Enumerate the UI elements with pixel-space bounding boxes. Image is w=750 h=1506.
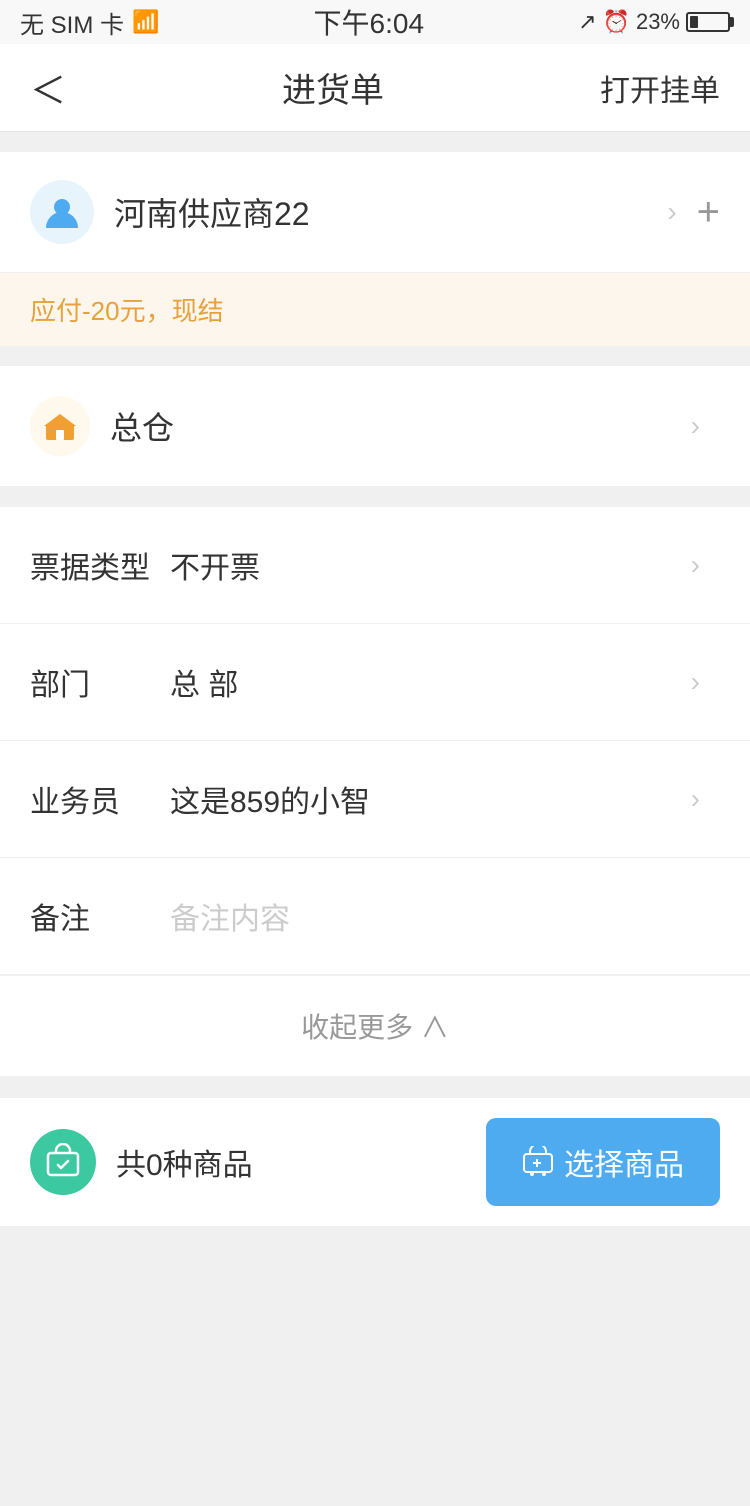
product-icon-wrap [30, 1129, 96, 1195]
form-section: 票据类型 不开票 › 部门 总 部 › 业务员 这是859的小智 › 备注 备注… [0, 507, 750, 1076]
back-button[interactable]: ＜ [30, 62, 66, 114]
battery-text: 23% [636, 9, 680, 35]
wifi-icon: 📶 [132, 9, 159, 35]
salesman-row[interactable]: 业务员 这是859的小智 › [0, 741, 750, 858]
department-chevron-icon: › [691, 666, 700, 698]
warehouse-icon-wrap [30, 396, 90, 456]
status-carrier: 无 SIM 卡 📶 [20, 5, 159, 40]
section-gap-4 [0, 1076, 750, 1096]
supplier-section: 河南供应商22 › + 应付-20元，现结 [0, 152, 750, 346]
salesman-label: 业务员 [30, 777, 170, 821]
invoice-type-chevron-icon: › [691, 549, 700, 581]
remark-input[interactable]: 备注内容 [170, 894, 720, 938]
warehouse-chevron-icon: › [691, 410, 700, 442]
add-supplier-button[interactable]: + [697, 190, 720, 235]
carrier-text: 无 SIM 卡 [20, 5, 124, 40]
supplier-avatar [30, 180, 94, 244]
section-gap-1 [0, 132, 750, 152]
section-gap-3 [0, 487, 750, 507]
warehouse-row[interactable]: 总仓 › [0, 366, 750, 487]
salesman-chevron-icon: › [691, 783, 700, 815]
invoice-type-label: 票据类型 [30, 543, 170, 587]
warning-banner: 应付-20元，现结 [0, 273, 750, 346]
person-icon [44, 194, 80, 230]
supplier-row[interactable]: 河南供应商22 › + [0, 152, 750, 273]
department-row[interactable]: 部门 总 部 › [0, 624, 750, 741]
collapse-row[interactable]: 收起更多 ∧ [0, 975, 750, 1076]
department-label: 部门 [30, 660, 170, 704]
remark-label: 备注 [30, 894, 170, 938]
alarm-icon: ⏰ [603, 9, 630, 35]
remark-row[interactable]: 备注 备注内容 [0, 858, 750, 975]
product-count: 共0种商品 [116, 1140, 466, 1184]
invoice-type-row[interactable]: 票据类型 不开票 › [0, 507, 750, 624]
open-pending-button[interactable]: 打开挂单 [600, 66, 720, 110]
nav-bar: ＜ 进货单 打开挂单 [0, 44, 750, 132]
department-value: 总 部 [170, 660, 691, 704]
supplier-chevron-icon: › [667, 196, 676, 228]
page-background [0, 1226, 750, 1506]
cart-icon [522, 1146, 554, 1178]
supplier-name: 河南供应商22 [114, 189, 667, 235]
select-product-button[interactable]: 选择商品 [486, 1118, 720, 1206]
invoice-type-value: 不开票 [170, 543, 691, 587]
location-icon: ↗ [578, 9, 596, 35]
select-product-label: 选择商品 [564, 1140, 684, 1184]
status-bar: 无 SIM 卡 📶 下午6:04 ↗ ⏰ 23% [0, 0, 750, 44]
battery-icon [686, 12, 730, 32]
warehouse-section: 总仓 › [0, 366, 750, 487]
status-time: 下午6:04 [314, 2, 425, 42]
collapse-label: 收起更多 ∧ [301, 1006, 449, 1046]
page-title: 进货单 [282, 63, 384, 112]
salesman-value: 这是859的小智 [170, 777, 691, 821]
product-icon [44, 1143, 82, 1181]
bottom-bar: 共0种商品 选择商品 [0, 1096, 750, 1226]
status-right: ↗ ⏰ 23% [578, 9, 730, 35]
warehouse-name: 总仓 [110, 403, 691, 449]
warehouse-icon [42, 408, 78, 444]
section-gap-2 [0, 346, 750, 366]
